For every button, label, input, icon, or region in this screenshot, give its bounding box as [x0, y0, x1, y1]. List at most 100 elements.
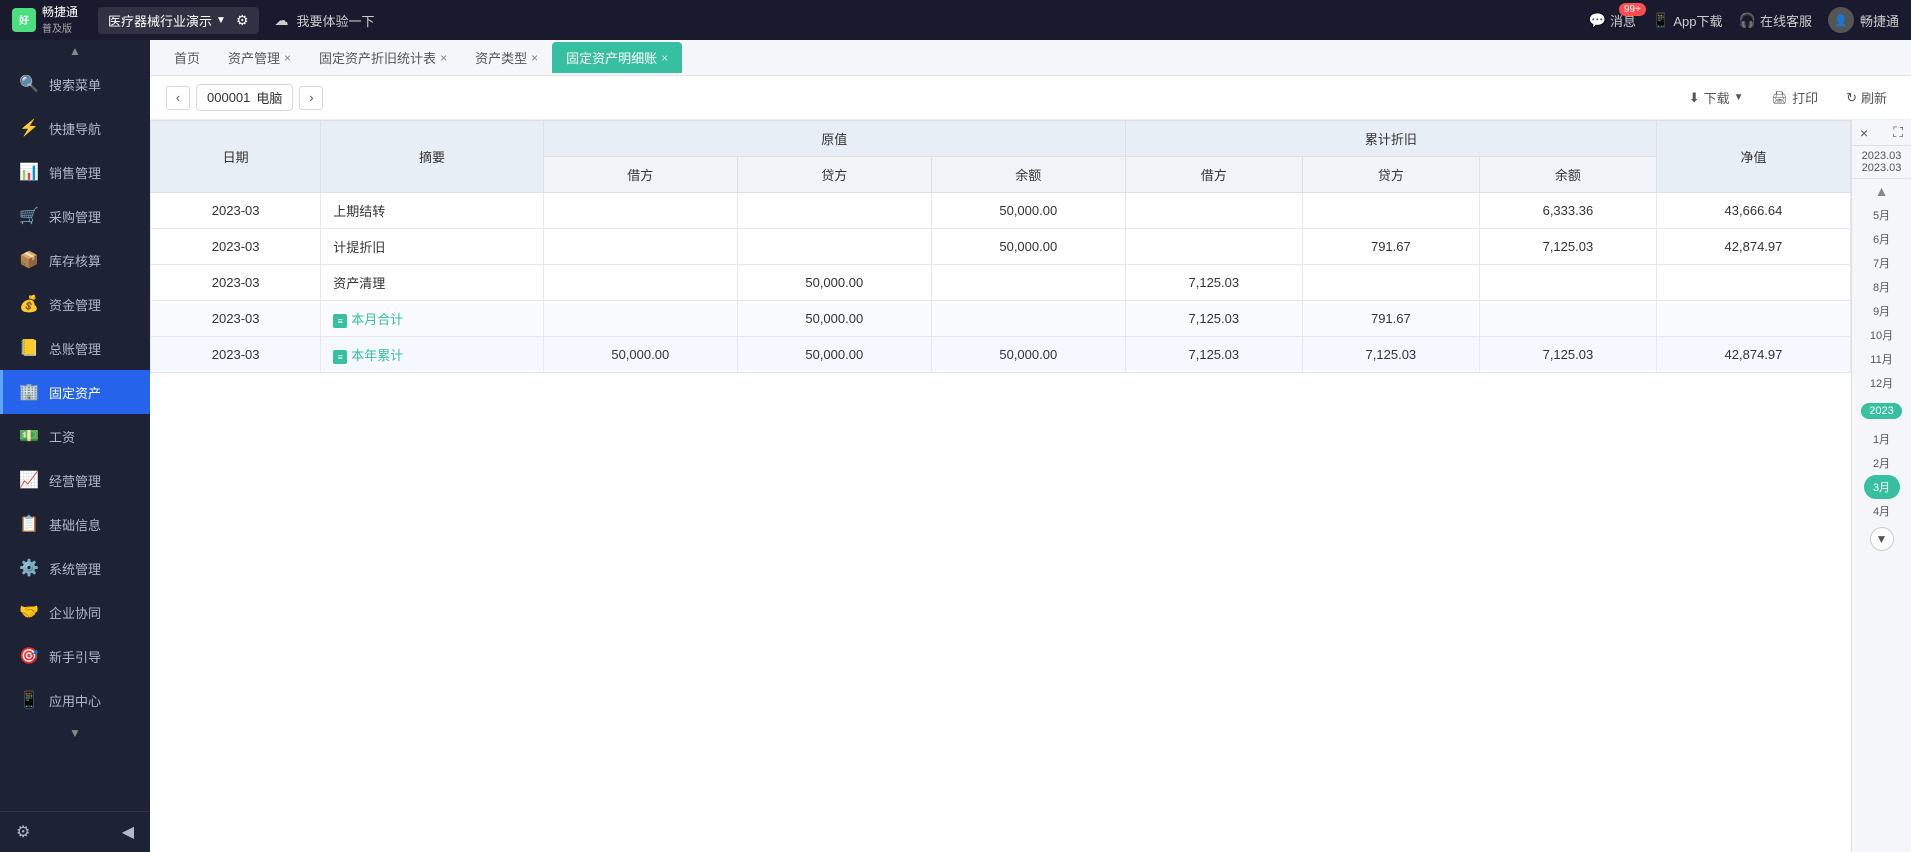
tab-depreciation-stat[interactable]: 固定资产折旧统计表 × [305, 42, 461, 73]
sidebar-item-guide[interactable]: 🎯 新手引导 [0, 634, 150, 678]
sidebar-scroll-down[interactable]: ▼ [0, 722, 150, 744]
table-timeline-wrapper: 日期 摘要 原值 累计折旧 净值 借方 贷方 余额 借方 贷方 余额 [150, 120, 1911, 852]
timeline-month-10[interactable]: 10月 [1852, 323, 1911, 347]
col-net-value: 净值 [1656, 121, 1850, 193]
cell-orig-balance: 50,000.00 [931, 229, 1125, 265]
timeline-month-8[interactable]: 8月 [1852, 275, 1911, 299]
timeline-month-12[interactable]: 12月 [1852, 371, 1911, 395]
cell-dep-credit [1302, 265, 1479, 301]
next-asset-btn[interactable]: › [299, 86, 323, 110]
tab-asset-mgmt[interactable]: 资产管理 × [214, 42, 305, 73]
col-orig-credit: 贷方 [737, 157, 931, 193]
print-btn[interactable]: 🖨 打印 [1764, 85, 1827, 110]
timeline-month-9[interactable]: 9月 [1852, 299, 1911, 323]
cell-net-value [1656, 301, 1850, 337]
sidebar-item-fixed-assets[interactable]: 🏢 固定资产 [0, 370, 150, 414]
app-download-btn[interactable]: 📱 App下载 [1652, 11, 1723, 30]
sidebar-item-purchase[interactable]: 🛒 采购管理 [0, 194, 150, 238]
timeline-year-badge[interactable]: 2023 [1861, 403, 1901, 419]
refresh-icon: ↻ [1846, 90, 1857, 106]
timeline-close-btn[interactable]: × [1858, 125, 1870, 141]
timeline-month-5[interactable]: 5月 [1852, 203, 1911, 227]
cell-dep-balance: 6,333.36 [1479, 193, 1656, 229]
sidebar-item-system[interactable]: ⚙️ 系统管理 [0, 546, 150, 590]
timeline-top-date: 2023.03 2023.03 [1852, 146, 1911, 179]
cell-orig-debit [543, 229, 737, 265]
col-summary: 摘要 [321, 121, 544, 193]
gear-icon[interactable]: ⚙ [236, 12, 249, 29]
cell-date: 2023-03 [151, 301, 321, 337]
sidebar-item-ledger[interactable]: 📒 总账管理 [0, 326, 150, 370]
timeline-month-2[interactable]: 2月 [1852, 451, 1911, 475]
sidebar-scroll-up[interactable]: ▲ [0, 40, 150, 62]
tab-asset-type[interactable]: 资产类型 × [461, 42, 552, 73]
cell-orig-debit [543, 193, 737, 229]
refresh-btn[interactable]: ↻ 刷新 [1838, 85, 1895, 110]
cell-summary: 计提折旧 [321, 229, 544, 265]
col-original-value: 原值 [543, 121, 1125, 157]
cell-date: 2023-03 [151, 193, 321, 229]
timeline-year-section: 2023 [1852, 395, 1911, 427]
timeline-up-btn[interactable]: ▲ [1852, 179, 1911, 203]
sidebar-item-operations[interactable]: 📈 经营管理 [0, 458, 150, 502]
sidebar-item-inventory[interactable]: 📦 库存核算 [0, 238, 150, 282]
sidebar-item-sales[interactable]: 📊 销售管理 [0, 150, 150, 194]
cell-dep-credit: 7,125.03 [1302, 337, 1479, 373]
dropdown-icon: ▼ [1734, 92, 1744, 103]
quick-nav-icon: ⚡ [19, 118, 39, 138]
timeline-month-3[interactable]: 3月 [1864, 475, 1900, 499]
notice-btn[interactable]: 💬 消息 99+ [1589, 11, 1636, 30]
sidebar-item-capital[interactable]: 💰 资金管理 [0, 282, 150, 326]
enterprise-selector[interactable]: 医疗器械行业演示 ▼ ⚙ [98, 7, 258, 34]
asset-code-box: 000001 电脑 [196, 84, 293, 111]
cell-orig-balance [931, 265, 1125, 301]
system-icon: ⚙️ [19, 558, 39, 578]
timeline-month-4[interactable]: 4月 [1852, 499, 1911, 523]
timeline-expand-btn[interactable]: ⛶ [1891, 124, 1905, 141]
timeline-month-1[interactable]: 1月 [1852, 427, 1911, 451]
timeline-month-6[interactable]: 6月 [1852, 227, 1911, 251]
user-profile[interactable]: 👤 畅捷通 [1828, 7, 1899, 33]
service-btn[interactable]: 🎧 在线客服 [1739, 11, 1812, 30]
topbar: 好 畅捷通 普及版 医疗器械行业演示 ▼ ⚙ ☁ 我要体验一下 💬 消息 99+… [0, 0, 1911, 40]
asset-name: 电脑 [256, 88, 282, 107]
timeline-month-7[interactable]: 7月 [1852, 251, 1911, 275]
asset-code: 000001 [207, 90, 250, 105]
table-row: 2023-03 资产清理 50,000.00 7,125.03 [151, 265, 1851, 301]
tab-close-asset-type[interactable]: × [531, 51, 538, 65]
cell-summary: ≡本月合计 [321, 301, 544, 337]
cell-orig-credit: 50,000.00 [737, 301, 931, 337]
sidebar-item-app-center[interactable]: 📱 应用中心 [0, 678, 150, 722]
fixed-assets-icon: 🏢 [19, 382, 39, 402]
chevron-down-icon: ▼ [216, 15, 226, 26]
collapse-sidebar-icon[interactable]: ◀ [122, 822, 134, 842]
sidebar-bottom: ⚙ ◀ [0, 811, 150, 852]
sidebar-item-basic-info[interactable]: 📋 基础信息 [0, 502, 150, 546]
cell-dep-debit [1125, 229, 1302, 265]
cell-dep-debit [1125, 193, 1302, 229]
timeline-down-btn[interactable]: ▼ [1870, 527, 1894, 551]
download-btn[interactable]: ⬇ 下载 ▼ [1681, 85, 1752, 110]
sidebar-item-search-menu[interactable]: 🔍 搜索菜单 [0, 62, 150, 106]
toolbar-right: ⬇ 下载 ▼ 🖨 打印 ↻ 刷新 [1681, 85, 1895, 110]
experience-btn[interactable]: ☁ 我要体验一下 [275, 11, 375, 30]
cell-orig-debit [543, 301, 737, 337]
cell-net-value [1656, 265, 1850, 301]
toolbar-nav: ‹ 000001 电脑 › [166, 84, 323, 111]
download-icon: ⬇ [1689, 90, 1700, 106]
sidebar-item-quick-nav[interactable]: ⚡ 快捷导航 [0, 106, 150, 150]
cell-summary: 资产清理 [321, 265, 544, 301]
tab-close-depreciation[interactable]: × [440, 51, 447, 65]
guide-icon: 🎯 [19, 646, 39, 666]
timeline-month-11[interactable]: 11月 [1852, 347, 1911, 371]
col-orig-balance: 余额 [931, 157, 1125, 193]
tab-close-asset-ledger[interactable]: × [661, 51, 668, 65]
cell-net-value: 42,874.97 [1656, 229, 1850, 265]
tab-asset-ledger[interactable]: 固定资产明细账 × [552, 42, 682, 73]
sidebar-item-payroll[interactable]: 💵 工资 [0, 414, 150, 458]
settings-icon[interactable]: ⚙ [16, 822, 30, 842]
sidebar-item-collab[interactable]: 🤝 企业协同 [0, 590, 150, 634]
prev-asset-btn[interactable]: ‹ [166, 86, 190, 110]
tab-close-asset-mgmt[interactable]: × [284, 51, 291, 65]
tab-home[interactable]: 首页 [160, 42, 214, 73]
